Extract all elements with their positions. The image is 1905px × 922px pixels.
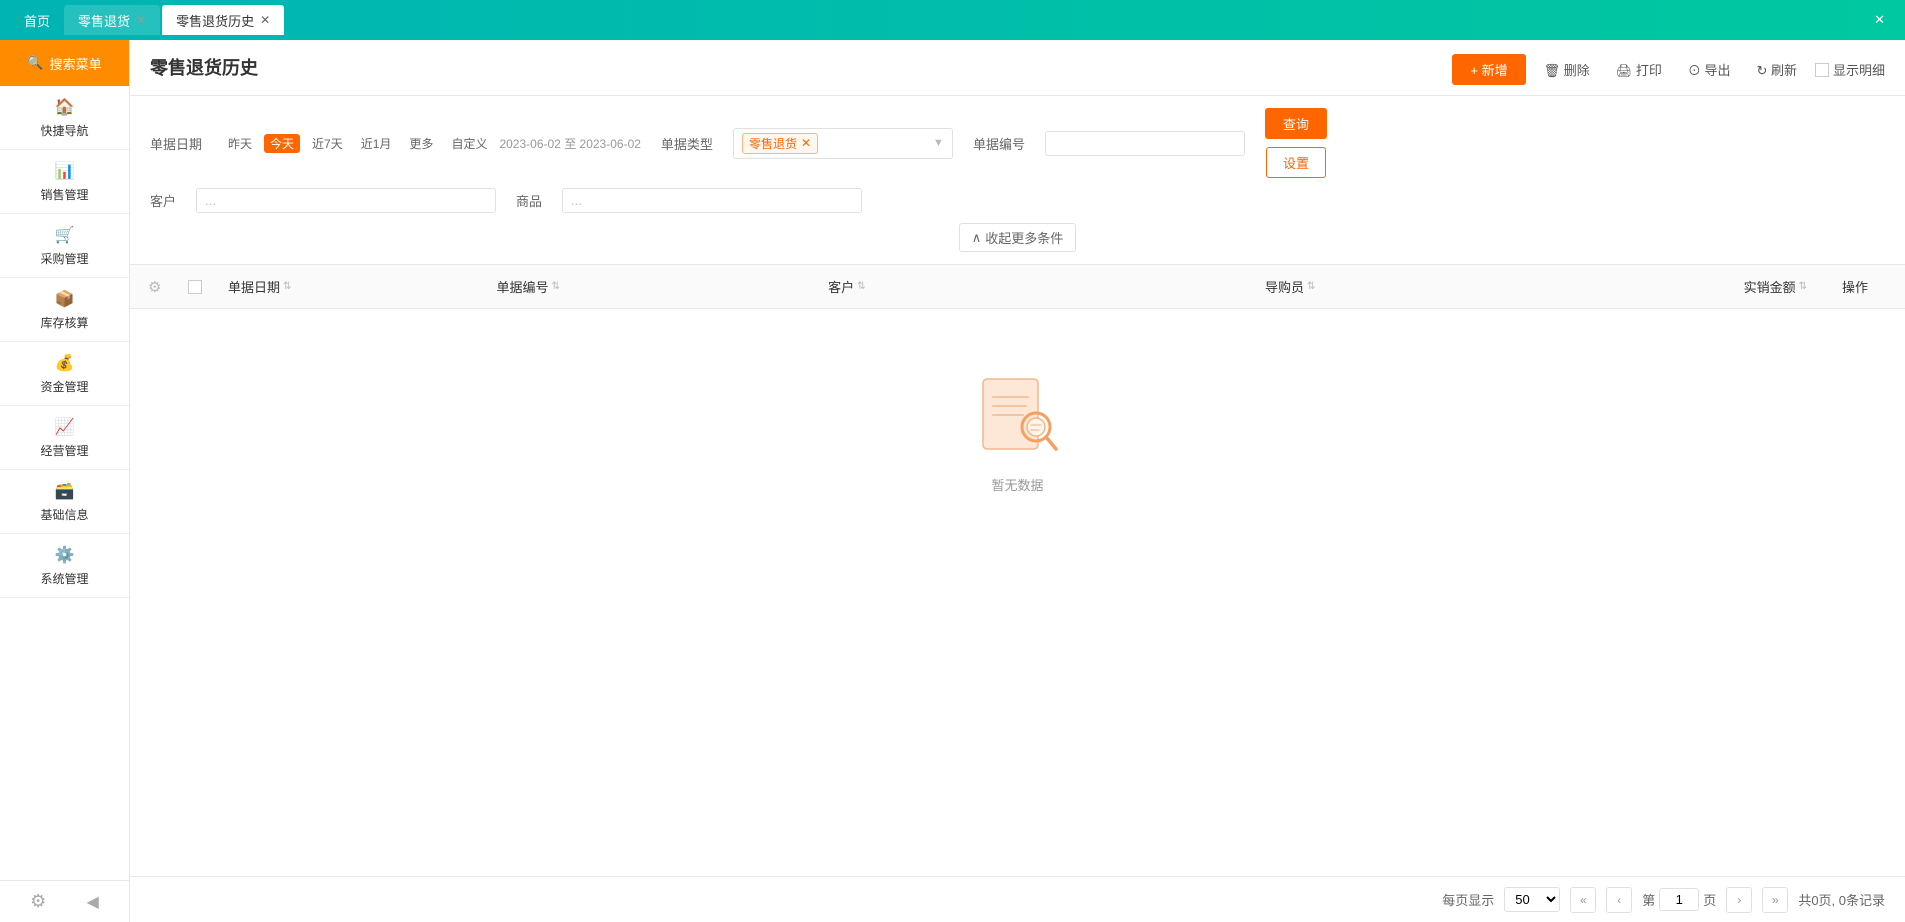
last-page-button[interactable]: » [1762, 887, 1788, 913]
date-sort-icon: ⇅ [283, 281, 291, 292]
amount-sort-icon: ⇅ [1799, 281, 1807, 292]
date-btn-yesterday[interactable]: 昨天 [222, 134, 258, 153]
tab-retail-return-history-close[interactable]: ✕ [260, 13, 270, 27]
top-bar: 首页 零售退货 ✕ 零售退货历史 ✕ ✕ [0, 0, 1905, 40]
delete-button[interactable]: 🗑 删除 [1536, 56, 1598, 83]
empty-text: 暂无数据 [991, 475, 1043, 494]
header-checkbox[interactable] [188, 280, 202, 294]
show-detail-checkbox[interactable] [1815, 63, 1829, 77]
table-area: ⚙ 单据日期 ⇅ 单据编号 ⇅ 客户 ⇅ 导购员 [130, 265, 1905, 876]
next-page-button[interactable]: › [1726, 887, 1752, 913]
empty-icon [968, 369, 1068, 459]
setting-button[interactable]: 设置 [1266, 147, 1326, 178]
bill-type-dropdown-icon: ▼ [933, 137, 944, 149]
collapse-icon: ∧ [972, 230, 982, 246]
export-button[interactable]: ⊙ 导出 [1680, 56, 1739, 83]
col-guide-header[interactable]: 导购员 ⇅ [1257, 277, 1589, 296]
collapse-button[interactable]: ∧ 收起更多条件 [959, 223, 1077, 252]
page-header: 零售退货历史 + 新增 🗑 删除 🖨 打印 ⊙ 导出 ↻ 刷新 显示明细 [130, 40, 1905, 96]
tab-retail-return-close[interactable]: ✕ [136, 13, 146, 27]
page-number-input[interactable] [1659, 888, 1699, 911]
bill-type-tag: 零售退货 ✕ [742, 133, 818, 154]
guide-sort-icon: ⇅ [1307, 281, 1315, 292]
date-range: 2023-06-02 至 2023-06-02 [499, 135, 640, 152]
page-size-label: 每页显示 [1442, 890, 1494, 909]
home-icon: 🏠 [54, 96, 76, 118]
col-amount-header[interactable]: 实销金额 ⇅ [1589, 277, 1815, 296]
sidebar-item-operations[interactable]: 📈 经营管理 [0, 406, 129, 470]
customer-label: 客户 [150, 191, 176, 210]
inventory-icon: 📦 [54, 288, 76, 310]
col-date-header[interactable]: 单据日期 ⇅ [220, 277, 489, 296]
bill-type-select[interactable]: 零售退货 ✕ ▼ [733, 128, 953, 159]
date-btn-more[interactable]: 更多 [403, 134, 439, 153]
sidebar-item-purchase[interactable]: 🛒 采购管理 [0, 214, 129, 278]
window-close-button[interactable]: ✕ [1864, 12, 1895, 28]
date-btn-custom[interactable]: 自定义 [445, 134, 493, 153]
table-header: ⚙ 单据日期 ⇅ 单据编号 ⇅ 客户 ⇅ 导购员 [130, 265, 1905, 309]
sidebar-item-basic-info[interactable]: 🗃️ 基础信息 [0, 470, 129, 534]
customer-sort-icon: ⇅ [857, 281, 865, 292]
sidebar-item-system[interactable]: ⚙️ 系统管理 [0, 534, 129, 598]
billno-sort-icon: ⇅ [552, 281, 560, 292]
col-customer-header[interactable]: 客户 ⇅ [820, 277, 1257, 296]
first-page-button[interactable]: « [1570, 887, 1596, 913]
sales-icon: 📊 [54, 160, 76, 182]
main-layout: 🔍 搜索菜单 🏠 快捷导航 📊 销售管理 🛒 采购管理 📦 库存核算 💰 资金管… [0, 40, 1905, 922]
finance-icon: 💰 [54, 352, 76, 374]
sidebar-item-finance[interactable]: 💰 资金管理 [0, 342, 129, 406]
prev-page-button[interactable]: ‹ [1606, 887, 1632, 913]
sidebar-item-inventory[interactable]: 📦 库存核算 [0, 278, 129, 342]
goods-label: 商品 [516, 191, 542, 210]
page-info: 第 页 [1642, 888, 1716, 911]
operations-icon: 📈 [54, 416, 76, 438]
page-size-select[interactable]: 20 50 100 [1504, 887, 1560, 912]
basicinfo-icon: 🗃️ [54, 480, 76, 502]
bill-type-label: 单据类型 [661, 134, 713, 153]
date-shortcuts: 昨天 今天 近7天 近1月 更多 自定义 2023-06-02 至 2023-0… [222, 134, 641, 153]
query-button[interactable]: 查询 [1265, 108, 1327, 139]
empty-state: 暂无数据 [130, 309, 1905, 554]
total-info: 共0页, 0条记录 [1798, 890, 1885, 909]
tab-home[interactable]: 首页 [10, 5, 64, 35]
goods-select[interactable]: ... [562, 188, 862, 213]
bill-no-label: 单据编号 [973, 134, 1025, 153]
purchase-icon: 🛒 [54, 224, 76, 246]
print-button[interactable]: 🖨 打印 [1608, 56, 1670, 83]
col-billno-header[interactable]: 单据编号 ⇅ [489, 277, 821, 296]
sidebar-item-sales[interactable]: 📊 销售管理 [0, 150, 129, 214]
search-icon: 🔍 [27, 55, 43, 71]
col-settings[interactable]: ⚙ [140, 278, 180, 296]
sidebar-search[interactable]: 🔍 搜索菜单 [0, 40, 129, 86]
date-btn-7days[interactable]: 近7天 [306, 134, 349, 153]
pagination-bar: 每页显示 20 50 100 « ‹ 第 页 › » 共0页, 0条记录 [130, 876, 1905, 922]
date-btn-1month[interactable]: 近1月 [355, 134, 398, 153]
content-area: 零售退货历史 + 新增 🗑 删除 🖨 打印 ⊙ 导出 ↻ 刷新 显示明细 [130, 40, 1905, 922]
col-action-header: 操作 [1815, 277, 1895, 296]
tab-retail-return[interactable]: 零售退货 ✕ [64, 5, 160, 35]
filter-area: 单据日期 昨天 今天 近7天 近1月 更多 自定义 2023-06-02 至 2… [130, 96, 1905, 265]
sidebar-item-quicknav[interactable]: 🏠 快捷导航 [0, 86, 129, 150]
add-button[interactable]: + 新增 [1452, 54, 1525, 85]
system-icon: ⚙️ [54, 544, 76, 566]
refresh-button[interactable]: ↻ 刷新 [1748, 56, 1805, 83]
sidebar-gear-icon[interactable]: ⚙ [30, 891, 46, 912]
bill-type-tag-close[interactable]: ✕ [801, 136, 811, 150]
settings-icon[interactable]: ⚙ [148, 278, 161, 296]
customer-select[interactable]: ... [196, 188, 496, 213]
query-setting-group: 查询 设置 [1265, 108, 1327, 178]
page-title: 零售退货历史 [150, 54, 258, 80]
tab-retail-return-history[interactable]: 零售退货历史 ✕ [162, 5, 284, 35]
bill-no-input[interactable] [1045, 131, 1245, 156]
show-detail-toggle[interactable]: 显示明细 [1815, 60, 1885, 79]
sidebar: 🔍 搜索菜单 🏠 快捷导航 📊 销售管理 🛒 采购管理 📦 库存核算 💰 资金管… [0, 40, 130, 922]
bill-date-label: 单据日期 [150, 134, 202, 153]
col-checkbox[interactable] [180, 280, 220, 294]
date-btn-today[interactable]: 今天 [264, 134, 300, 153]
sidebar-bottom: ⚙ ◀ [0, 880, 129, 922]
sidebar-collapse-icon[interactable]: ◀ [87, 892, 99, 912]
